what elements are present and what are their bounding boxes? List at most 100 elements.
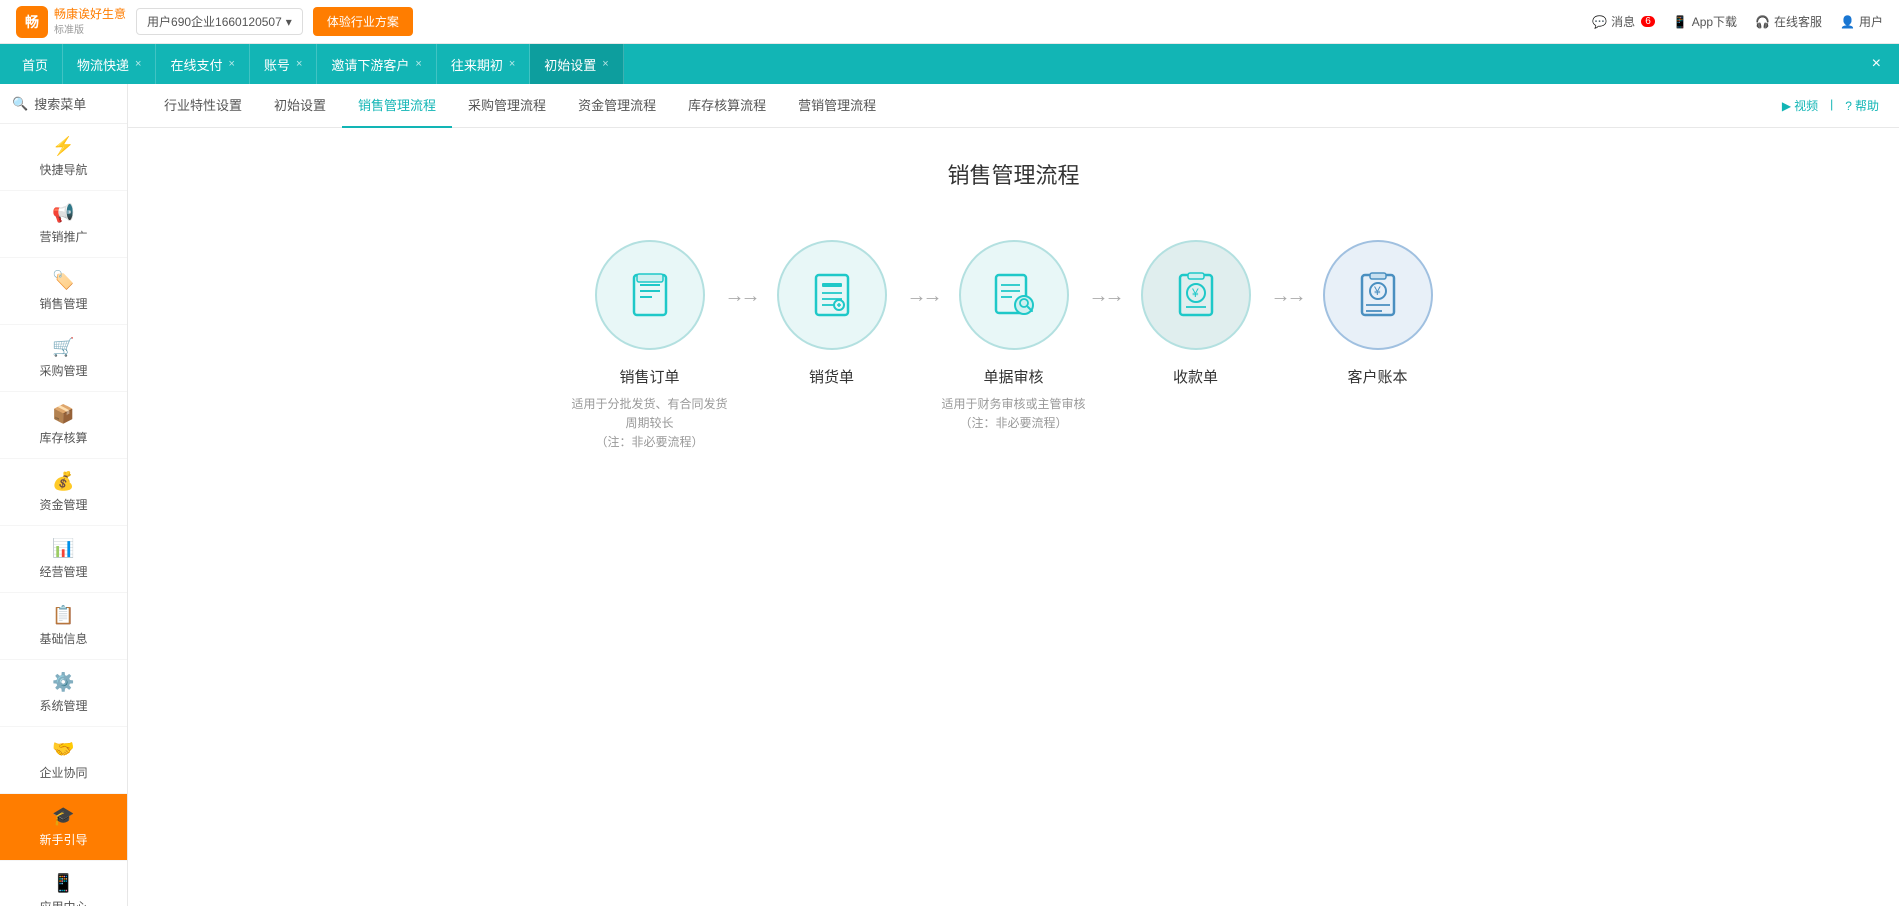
- ops-mgmt-icon: 📊: [52, 538, 74, 559]
- app-center-icon: 📱: [52, 873, 74, 894]
- sidebar-item-app-center[interactable]: 📱 应用中心: [0, 861, 127, 906]
- flow-circle-receipt: ¥: [1141, 240, 1251, 350]
- sales-order-icon: [624, 269, 676, 321]
- sidebar-item-quick-nav-label: 快捷导航: [39, 161, 87, 178]
- sales-invoice-icon: [806, 269, 858, 321]
- sidebar-item-sales-mgmt[interactable]: 🏷️ 销售管理: [0, 258, 127, 325]
- nav-tab-payment[interactable]: 在线支付 ×: [156, 44, 249, 84]
- nav-tab-init-close[interactable]: ×: [602, 58, 608, 70]
- newbie-guide-icon: 🎓: [52, 806, 74, 827]
- customer-ledger-icon: ¥: [1352, 269, 1404, 321]
- sidebar-search[interactable]: 🔍 搜索菜单: [0, 84, 127, 124]
- search-icon: 🔍: [12, 96, 28, 112]
- inventory-icon: 📦: [52, 404, 74, 425]
- video-action[interactable]: ▶ 视频: [1782, 97, 1818, 114]
- sub-tab-finance-flow[interactable]: 资金管理流程: [562, 84, 672, 128]
- message-btn[interactable]: 💬 消息 6: [1592, 13, 1655, 30]
- finance-mgmt-icon: 💰: [52, 471, 74, 492]
- top-bar-left: 畅 畅康诶好生意 标准版 用户690企业1660120507 ▾ 体验行业方案: [16, 6, 413, 38]
- flow-circle-customer-ledger: ¥: [1323, 240, 1433, 350]
- logo-area: 畅 畅康诶好生意 标准版: [16, 6, 126, 38]
- sub-tab-finance-flow-label: 资金管理流程: [578, 95, 656, 114]
- nav-tab-invite[interactable]: 邀请下游客户 ×: [317, 44, 436, 84]
- nav-tab-account[interactable]: 账号 ×: [250, 44, 317, 84]
- sub-tab-marketing-flow[interactable]: 营销管理流程: [782, 84, 892, 128]
- divider: |: [1830, 97, 1833, 114]
- sidebar-item-newbie-guide-label: 新手引导: [39, 831, 87, 848]
- app-download-btn[interactable]: 📱 App下载: [1673, 13, 1737, 30]
- sidebar-item-marketing-promo[interactable]: 📢 营销推广: [0, 191, 127, 258]
- sidebar-item-enterprise-collab-label: 企业协同: [39, 764, 87, 781]
- sidebar-item-quick-nav[interactable]: ⚡ 快捷导航: [0, 124, 127, 191]
- help-label: 帮助: [1855, 97, 1879, 114]
- main-layout: 🔍 搜索菜单 ⚡ 快捷导航 📢 营销推广 🏷️ 销售管理 🛒 采购管理 📦 库存…: [0, 84, 1899, 906]
- sidebar-item-enterprise-collab[interactable]: 🤝 企业协同: [0, 727, 127, 794]
- sub-tab-init[interactable]: 初始设置: [258, 84, 342, 128]
- sidebar-item-finance-mgmt[interactable]: 💰 资金管理: [0, 459, 127, 526]
- sidebar-item-sys-mgmt[interactable]: ⚙️ 系统管理: [0, 660, 127, 727]
- flow-label-customer-ledger: 客户账本: [1347, 366, 1407, 387]
- page-content: 销售管理流程 销售订单 适用于分批发货、有合同: [128, 128, 1899, 906]
- logo-sub: 标准版: [54, 21, 126, 36]
- doc-review-icon: [988, 269, 1040, 321]
- nav-tab-logistics[interactable]: 物流快递 ×: [63, 44, 156, 84]
- sidebar-item-purchase-mgmt-label: 采购管理: [39, 362, 87, 379]
- message-badge: 6: [1641, 16, 1655, 27]
- online-service-btn[interactable]: 🎧 在线客服: [1755, 13, 1822, 30]
- nav-tab-invite-label: 邀请下游客户: [331, 55, 409, 74]
- sidebar-item-sales-mgmt-label: 销售管理: [39, 295, 87, 312]
- purchase-mgmt-icon: 🛒: [52, 337, 74, 358]
- sidebar-item-sys-mgmt-label: 系统管理: [39, 697, 87, 714]
- sidebar-item-purchase-mgmt[interactable]: 🛒 采购管理: [0, 325, 127, 392]
- flow-circle-doc-review: [959, 240, 1069, 350]
- flow-step-sales-order: 销售订单 适用于分批发货、有合同发货周期较长（注：非必要流程）: [570, 240, 730, 453]
- nav-tab-account-label: 账号: [264, 55, 290, 74]
- sidebar-item-ops-mgmt[interactable]: 📊 经营管理: [0, 526, 127, 593]
- help-action[interactable]: ? 帮助: [1845, 97, 1879, 114]
- nav-tab-home-label: 首页: [22, 55, 48, 74]
- flow-desc-doc-review: 适用于财务审核或主管审核（注：非必要流程）: [941, 395, 1085, 433]
- sub-tab-init-label: 初始设置: [274, 95, 326, 114]
- sub-tab-purchase-flow-label: 采购管理流程: [468, 95, 546, 114]
- avatar-icon: 👤: [1840, 15, 1855, 29]
- flow-label-receipt: 收款单: [1173, 366, 1218, 387]
- sub-tab-purchase-flow[interactable]: 采购管理流程: [452, 84, 562, 128]
- sub-tab-inventory-flow-label: 库存核算流程: [688, 95, 766, 114]
- basic-info-icon: 📋: [52, 605, 74, 626]
- nav-tab-period[interactable]: 往来期初 ×: [437, 44, 530, 84]
- message-label: 消息: [1611, 13, 1635, 30]
- flow-step-receipt: ¥ 收款单: [1116, 240, 1276, 395]
- sidebar-item-inventory[interactable]: 📦 库存核算: [0, 392, 127, 459]
- nav-tab-invite-close[interactable]: ×: [415, 58, 421, 70]
- sidebar-search-label: 搜索菜单: [34, 94, 86, 113]
- sub-tab-inventory-flow[interactable]: 库存核算流程: [672, 84, 782, 128]
- sub-tab-industry[interactable]: 行业特性设置: [148, 84, 258, 128]
- sub-tab-sales-flow[interactable]: 销售管理流程: [342, 84, 452, 128]
- user-selector[interactable]: 用户690企业1660120507 ▾: [136, 8, 303, 35]
- nav-tab-payment-close[interactable]: ×: [228, 58, 234, 70]
- nav-tab-payment-label: 在线支付: [170, 55, 222, 74]
- flow-diagram: 销售订单 适用于分批发货、有合同发货周期较长（注：非必要流程） →→: [148, 240, 1879, 453]
- logo-text: 畅康诶好生意: [54, 7, 126, 21]
- online-service-label: 在线客服: [1774, 13, 1822, 30]
- sidebar-item-ops-mgmt-label: 经营管理: [39, 563, 87, 580]
- trial-button[interactable]: 体验行业方案: [313, 7, 413, 36]
- sub-tab-actions: ▶ 视频 | ? 帮助: [1782, 97, 1879, 114]
- nav-close-all[interactable]: ×: [1862, 55, 1891, 73]
- nav-tab-account-close[interactable]: ×: [296, 58, 302, 70]
- logo-icon: 畅: [16, 6, 48, 38]
- logo-text-block: 畅康诶好生意 标准版: [54, 7, 126, 36]
- top-bar-right: 💬 消息 6 📱 App下载 🎧 在线客服 👤 用户: [1592, 13, 1883, 30]
- nav-tab-logistics-close[interactable]: ×: [135, 58, 141, 70]
- nav-tab-home[interactable]: 首页: [8, 44, 63, 84]
- app-download-label: App下载: [1692, 13, 1737, 30]
- sidebar-item-basic-info[interactable]: 📋 基础信息: [0, 593, 127, 660]
- sidebar-item-newbie-guide[interactable]: 🎓 新手引导: [0, 794, 127, 861]
- user-avatar-btn[interactable]: 👤 用户: [1840, 13, 1883, 30]
- nav-tab-init[interactable]: 初始设置 ×: [530, 44, 623, 84]
- sidebar-item-marketing-promo-label: 营销推广: [39, 228, 87, 245]
- nav-tab-period-close[interactable]: ×: [509, 58, 515, 70]
- svg-text:¥: ¥: [1373, 284, 1381, 298]
- app-download-icon: 📱: [1673, 15, 1688, 29]
- dropdown-icon: ▾: [286, 15, 292, 29]
